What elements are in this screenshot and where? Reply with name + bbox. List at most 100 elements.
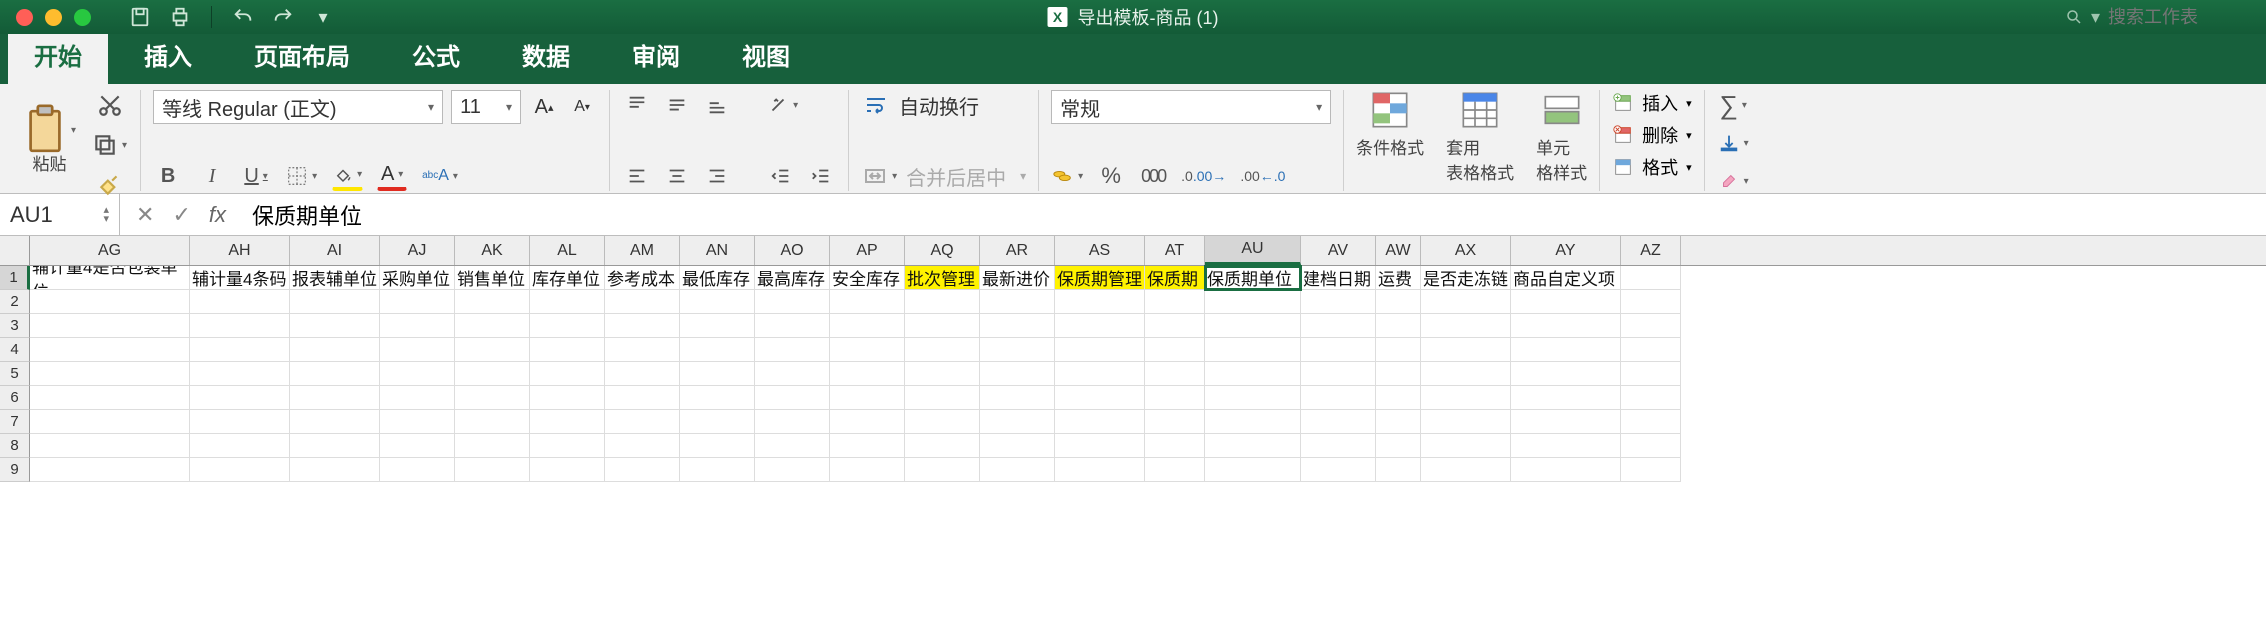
enter-formula-button[interactable]: ✓ <box>172 202 190 228</box>
search-box[interactable]: ▾ <box>2065 7 2266 28</box>
cell-AQ9[interactable] <box>905 458 980 482</box>
cell-AN1[interactable]: 最低库存 <box>680 266 755 290</box>
cell-AS2[interactable] <box>1055 290 1145 314</box>
cell-AM5[interactable] <box>605 362 680 386</box>
cell-AW3[interactable] <box>1376 314 1421 338</box>
cell-AZ2[interactable] <box>1621 290 1681 314</box>
cell-AP9[interactable] <box>830 458 905 482</box>
merge-center-icon[interactable] <box>861 161 898 191</box>
cell-AS5[interactable] <box>1055 362 1145 386</box>
row-header-7[interactable]: 7 <box>0 410 30 434</box>
cell-AL6[interactable] <box>530 386 605 410</box>
font-name-combo[interactable]: 等线 Regular (正文)▾ <box>153 90 443 124</box>
cell-AQ3[interactable] <box>905 314 980 338</box>
cell-AN2[interactable] <box>680 290 755 314</box>
cell-AM6[interactable] <box>605 386 680 410</box>
cell-AS9[interactable] <box>1055 458 1145 482</box>
cell-AJ1[interactable]: 采购单位 <box>380 266 455 290</box>
cell-AJ9[interactable] <box>380 458 455 482</box>
cell-AO4[interactable] <box>755 338 830 362</box>
phonetic-button[interactable]: abcA <box>421 161 459 191</box>
cell-AI5[interactable] <box>290 362 380 386</box>
cell-AG1[interactable]: 辅计量4是否包装单位 <box>30 266 190 290</box>
cell-AS6[interactable] <box>1055 386 1145 410</box>
cell-AX4[interactable] <box>1421 338 1511 362</box>
cell-AY3[interactable] <box>1511 314 1621 338</box>
cell-AZ6[interactable] <box>1621 386 1681 410</box>
cell-AH1[interactable]: 辅计量4条码 <box>190 266 290 290</box>
cell-AU5[interactable] <box>1205 362 1301 386</box>
align-left-button[interactable] <box>622 161 652 191</box>
cell-AR1[interactable]: 最新进价 <box>980 266 1055 290</box>
row-header-8[interactable]: 8 <box>0 434 30 458</box>
cell-AU9[interactable] <box>1205 458 1301 482</box>
cell-AS8[interactable] <box>1055 434 1145 458</box>
cell-AV3[interactable] <box>1301 314 1376 338</box>
cell-AK3[interactable] <box>455 314 530 338</box>
cell-AH3[interactable] <box>190 314 290 338</box>
increase-decimal-button[interactable]: .0.00→ <box>1180 161 1227 191</box>
cell-AY9[interactable] <box>1511 458 1621 482</box>
fill-color-button[interactable] <box>332 161 363 191</box>
column-header-AJ[interactable]: AJ <box>380 236 455 265</box>
orientation-button[interactable] <box>766 90 799 120</box>
cell-AT6[interactable] <box>1145 386 1205 410</box>
tab-review[interactable]: 审阅 <box>606 27 706 84</box>
cell-AU1[interactable]: 保质期单位 <box>1205 266 1301 290</box>
cell-AO5[interactable] <box>755 362 830 386</box>
cell-AI7[interactable] <box>290 410 380 434</box>
cell-AH5[interactable] <box>190 362 290 386</box>
delete-cells-button[interactable]: 删除▾ <box>1612 122 1692 148</box>
cell-AM1[interactable]: 参考成本 <box>605 266 680 290</box>
underline-button[interactable]: U <box>241 161 271 191</box>
cell-AJ8[interactable] <box>380 434 455 458</box>
font-color-button[interactable]: A <box>377 161 407 191</box>
cell-AV6[interactable] <box>1301 386 1376 410</box>
zoom-window-button[interactable] <box>74 9 91 26</box>
cell-AY4[interactable] <box>1511 338 1621 362</box>
cell-AQ4[interactable] <box>905 338 980 362</box>
cell-AH7[interactable] <box>190 410 290 434</box>
cell-AL5[interactable] <box>530 362 605 386</box>
paste-button[interactable] <box>22 116 77 146</box>
cell-AX1[interactable]: 是否走冻链 <box>1421 266 1511 290</box>
cell-AN6[interactable] <box>680 386 755 410</box>
cell-AV2[interactable] <box>1301 290 1376 314</box>
column-header-AR[interactable]: AR <box>980 236 1055 265</box>
cell-AJ5[interactable] <box>380 362 455 386</box>
cell-AX5[interactable] <box>1421 362 1511 386</box>
fx-icon[interactable]: fx <box>209 202 226 228</box>
cell-AG7[interactable] <box>30 410 190 434</box>
cell-AV1[interactable]: 建档日期 <box>1301 266 1376 290</box>
cell-AL1[interactable]: 库存单位 <box>530 266 605 290</box>
tab-page-layout[interactable]: 页面布局 <box>228 27 376 84</box>
border-button[interactable] <box>285 161 318 191</box>
align-center-button[interactable] <box>662 161 692 191</box>
cell-AU3[interactable] <box>1205 314 1301 338</box>
column-header-AK[interactable]: AK <box>455 236 530 265</box>
column-header-AM[interactable]: AM <box>605 236 680 265</box>
italic-button[interactable]: I <box>197 161 227 191</box>
cell-AK5[interactable] <box>455 362 530 386</box>
cell-AY7[interactable] <box>1511 410 1621 434</box>
cell-AT7[interactable] <box>1145 410 1205 434</box>
cell-AM3[interactable] <box>605 314 680 338</box>
cell-AN3[interactable] <box>680 314 755 338</box>
cell-AI8[interactable] <box>290 434 380 458</box>
cell-AP5[interactable] <box>830 362 905 386</box>
cell-AJ7[interactable] <box>380 410 455 434</box>
cell-AW2[interactable] <box>1376 290 1421 314</box>
cell-AZ5[interactable] <box>1621 362 1681 386</box>
column-header-AT[interactable]: AT <box>1145 236 1205 265</box>
fill-button[interactable] <box>1717 128 1750 158</box>
cell-AM7[interactable] <box>605 410 680 434</box>
column-header-AW[interactable]: AW <box>1376 236 1421 265</box>
cell-AH2[interactable] <box>190 290 290 314</box>
cell-AV7[interactable] <box>1301 410 1376 434</box>
formula-input[interactable] <box>242 194 2266 235</box>
cell-AX3[interactable] <box>1421 314 1511 338</box>
cell-AK9[interactable] <box>455 458 530 482</box>
cell-AT9[interactable] <box>1145 458 1205 482</box>
cell-AW4[interactable] <box>1376 338 1421 362</box>
cell-AW8[interactable] <box>1376 434 1421 458</box>
